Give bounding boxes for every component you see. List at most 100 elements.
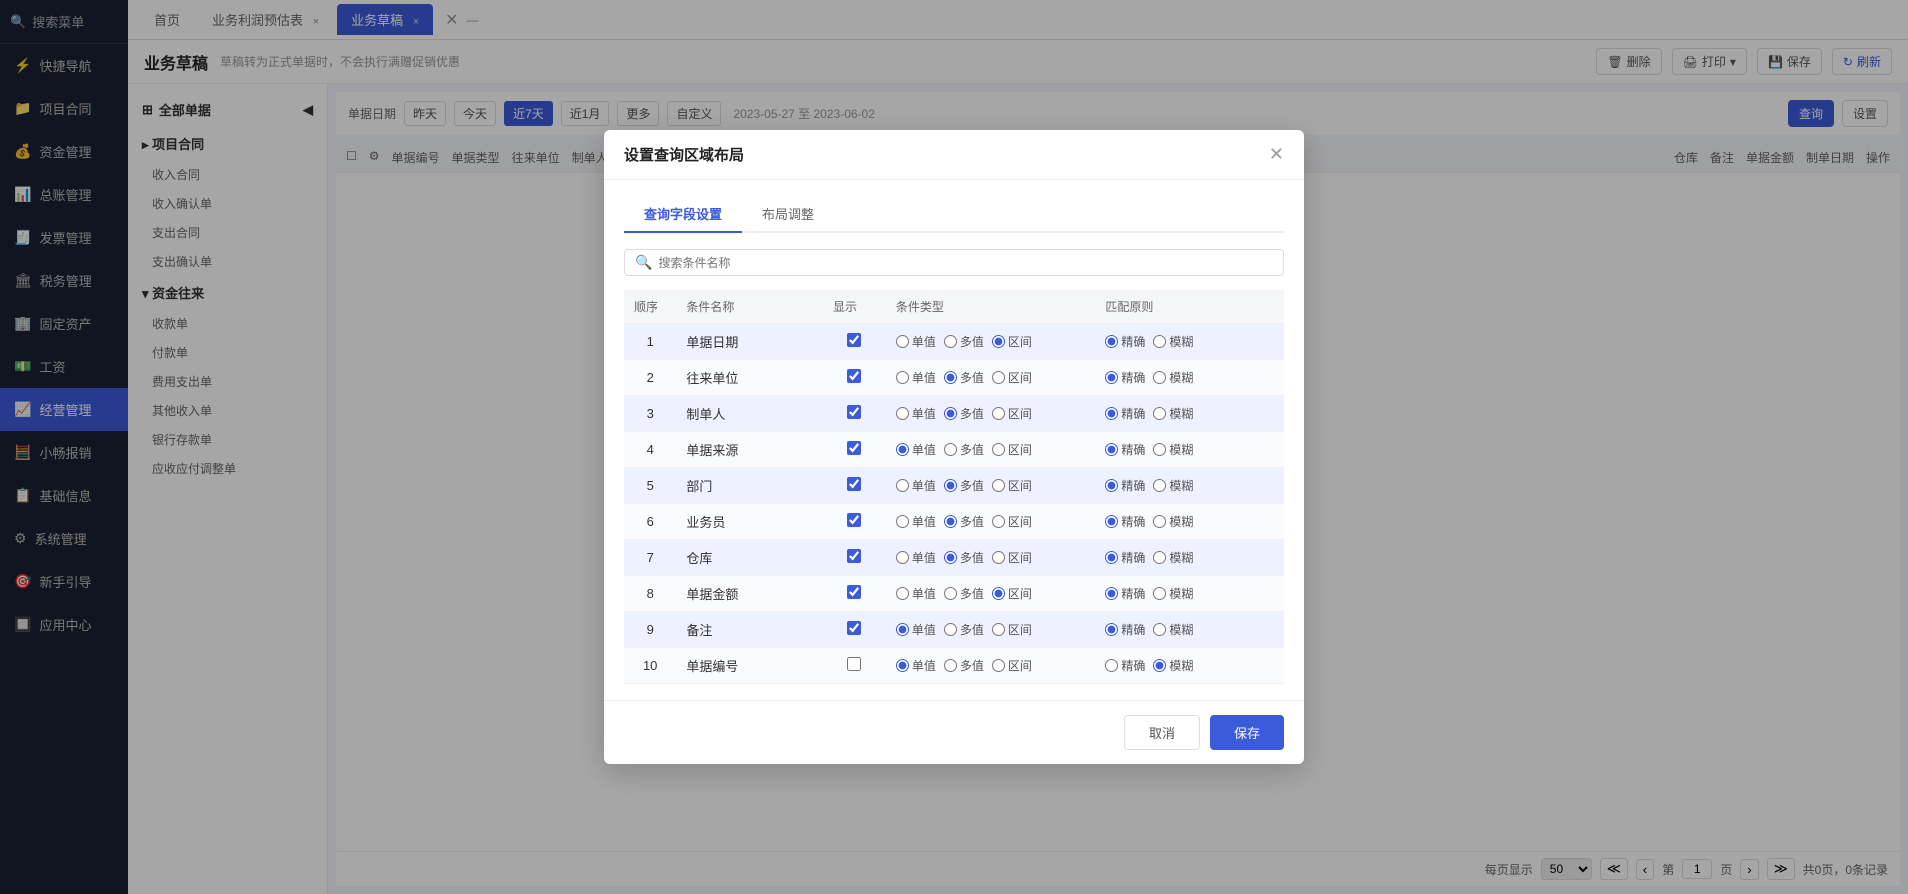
match-radio-模糊[interactable]: 模糊 [1153, 477, 1193, 494]
match-radio-精确[interactable]: 精确 [1105, 621, 1145, 638]
show-checkbox[interactable] [847, 549, 861, 563]
type-radio-多值[interactable]: 多值 [944, 477, 984, 494]
modal-tab-fields[interactable]: 查询字段设置 [624, 196, 742, 233]
row-type[interactable]: 单值多值区间 [886, 612, 1096, 648]
match-radio-精确[interactable]: 精确 [1105, 369, 1145, 386]
type-radio-区间[interactable]: 区间 [992, 405, 1032, 422]
type-radio-单值[interactable]: 单值 [896, 513, 936, 530]
type-radio-区间[interactable]: 区间 [992, 441, 1032, 458]
type-radio-单值[interactable]: 单值 [896, 441, 936, 458]
type-radio-区间[interactable]: 区间 [992, 369, 1032, 386]
match-radio-精确[interactable]: 精确 [1105, 549, 1145, 566]
match-radio-精确[interactable]: 精确 [1105, 585, 1145, 602]
row-type[interactable]: 单值多值区间 [886, 396, 1096, 432]
type-radio-多值[interactable]: 多值 [944, 441, 984, 458]
show-checkbox[interactable] [847, 657, 861, 671]
match-radio-精确[interactable]: 精确 [1105, 405, 1145, 422]
row-show[interactable] [823, 540, 886, 576]
modal-tab-layout[interactable]: 布局调整 [742, 196, 834, 233]
row-type[interactable]: 单值多值区间 [886, 648, 1096, 684]
row-match[interactable]: 精确模糊 [1095, 432, 1284, 468]
match-radio-模糊[interactable]: 模糊 [1153, 549, 1193, 566]
row-show[interactable] [823, 576, 886, 612]
type-radio-区间[interactable]: 区间 [992, 333, 1032, 350]
type-radio-多值[interactable]: 多值 [944, 657, 984, 674]
show-checkbox[interactable] [847, 621, 861, 635]
type-radio-多值[interactable]: 多值 [944, 549, 984, 566]
row-match[interactable]: 精确模糊 [1095, 360, 1284, 396]
show-checkbox[interactable] [847, 405, 861, 419]
row-type[interactable]: 单值多值区间 [886, 468, 1096, 504]
show-checkbox[interactable] [847, 513, 861, 527]
row-match[interactable]: 精确模糊 [1095, 504, 1284, 540]
row-type[interactable]: 单值多值区间 [886, 540, 1096, 576]
match-radio-精确[interactable]: 精确 [1105, 657, 1145, 674]
show-checkbox[interactable] [847, 477, 861, 491]
row-seq: 4 [624, 432, 676, 468]
match-radio-精确[interactable]: 精确 [1105, 513, 1145, 530]
type-radio-多值[interactable]: 多值 [944, 405, 984, 422]
match-radio-模糊[interactable]: 模糊 [1153, 585, 1193, 602]
row-match[interactable]: 精确模糊 [1095, 540, 1284, 576]
row-name: 单据编号 [676, 648, 823, 684]
type-radio-区间[interactable]: 区间 [992, 585, 1032, 602]
type-radio-多值[interactable]: 多值 [944, 513, 984, 530]
type-radio-单值[interactable]: 单值 [896, 657, 936, 674]
type-radio-单值[interactable]: 单值 [896, 405, 936, 422]
match-radio-模糊[interactable]: 模糊 [1153, 369, 1193, 386]
row-match[interactable]: 精确模糊 [1095, 468, 1284, 504]
row-match[interactable]: 精确模糊 [1095, 324, 1284, 360]
match-radio-精确[interactable]: 精确 [1105, 441, 1145, 458]
row-type[interactable]: 单值多值区间 [886, 360, 1096, 396]
modal-save-button[interactable]: 保存 [1210, 715, 1284, 750]
type-radio-多值[interactable]: 多值 [944, 585, 984, 602]
row-show[interactable] [823, 396, 886, 432]
row-match[interactable]: 精确模糊 [1095, 612, 1284, 648]
type-radio-区间[interactable]: 区间 [992, 621, 1032, 638]
row-show[interactable] [823, 648, 886, 684]
type-radio-单值[interactable]: 单值 [896, 549, 936, 566]
modal-search-input[interactable] [658, 256, 858, 270]
row-match[interactable]: 精确模糊 [1095, 576, 1284, 612]
type-radio-区间[interactable]: 区间 [992, 477, 1032, 494]
type-radio-单值[interactable]: 单值 [896, 477, 936, 494]
row-match[interactable]: 精确模糊 [1095, 648, 1284, 684]
match-radio-模糊[interactable]: 模糊 [1153, 441, 1193, 458]
match-radio-精确[interactable]: 精确 [1105, 477, 1145, 494]
row-show[interactable] [823, 504, 886, 540]
row-type[interactable]: 单值多值区间 [886, 432, 1096, 468]
show-checkbox[interactable] [847, 333, 861, 347]
show-checkbox[interactable] [847, 585, 861, 599]
type-radio-单值[interactable]: 单值 [896, 333, 936, 350]
type-radio-多值[interactable]: 多值 [944, 333, 984, 350]
type-radio-单值[interactable]: 单值 [896, 369, 936, 386]
row-type[interactable]: 单值多值区间 [886, 324, 1096, 360]
match-radio-模糊[interactable]: 模糊 [1153, 621, 1193, 638]
modal-cancel-button[interactable]: 取消 [1124, 715, 1200, 750]
row-show[interactable] [823, 612, 886, 648]
row-type[interactable]: 单值多值区间 [886, 576, 1096, 612]
match-radio-精确[interactable]: 精确 [1105, 333, 1145, 350]
match-radio-模糊[interactable]: 模糊 [1153, 513, 1193, 530]
match-radio-模糊[interactable]: 模糊 [1153, 405, 1193, 422]
row-show[interactable] [823, 432, 886, 468]
show-checkbox[interactable] [847, 441, 861, 455]
match-radio-模糊[interactable]: 模糊 [1153, 333, 1193, 350]
type-radio-多值[interactable]: 多值 [944, 369, 984, 386]
row-show[interactable] [823, 468, 886, 504]
row-show[interactable] [823, 360, 886, 396]
modal-close-button[interactable]: ✕ [1269, 144, 1284, 165]
type-radio-单值[interactable]: 单值 [896, 585, 936, 602]
row-type[interactable]: 单值多值区间 [886, 504, 1096, 540]
match-radio-模糊[interactable]: 模糊 [1153, 657, 1193, 674]
row-match[interactable]: 精确模糊 [1095, 396, 1284, 432]
type-radio-区间[interactable]: 区间 [992, 549, 1032, 566]
type-radio-多值[interactable]: 多值 [944, 621, 984, 638]
row-name: 单据日期 [676, 324, 823, 360]
type-radio-单值[interactable]: 单值 [896, 621, 936, 638]
type-radio-区间[interactable]: 区间 [992, 513, 1032, 530]
show-checkbox[interactable] [847, 369, 861, 383]
row-name: 制单人 [676, 396, 823, 432]
row-show[interactable] [823, 324, 886, 360]
type-radio-区间[interactable]: 区间 [992, 657, 1032, 674]
